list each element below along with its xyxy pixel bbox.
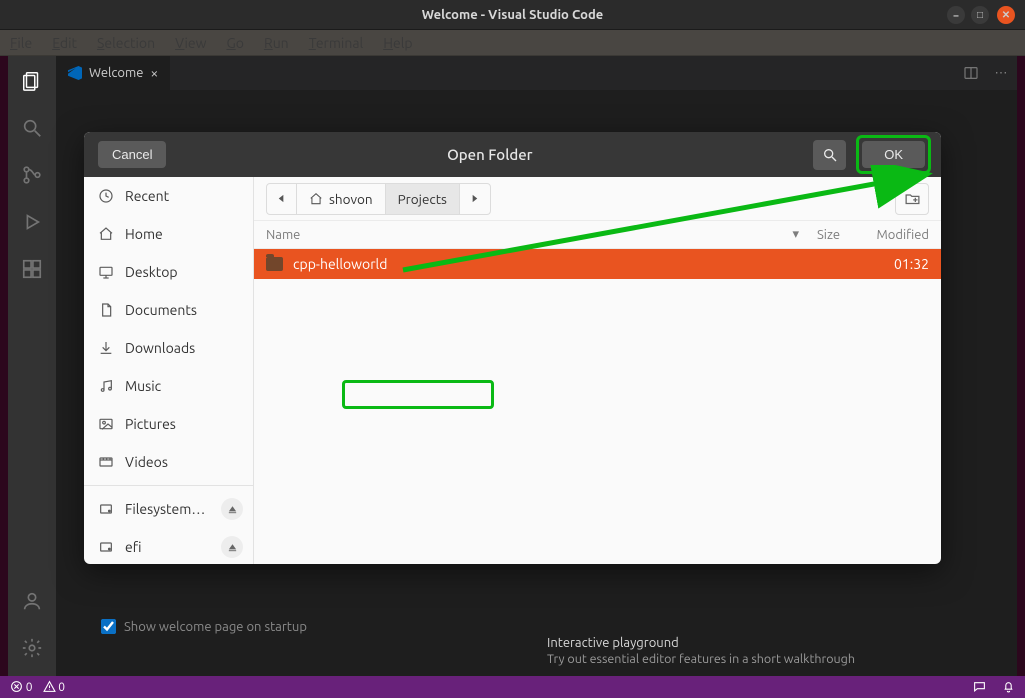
tab-strip: Welcome × ⋯: [56, 56, 1017, 90]
device-item[interactable]: efi: [84, 528, 253, 564]
window-title: Welcome - Visual Studio Code: [422, 8, 604, 22]
show-welcome-checkbox[interactable]: [101, 619, 116, 634]
status-warnings[interactable]: 0: [43, 680, 66, 694]
eject-icon[interactable]: [221, 536, 243, 558]
place-label: Pictures: [125, 416, 176, 432]
places-sidebar: Recent Home Desktop Documents Downloads Music…: [84, 177, 254, 564]
place-label: Home: [125, 226, 163, 242]
eject-icon[interactable]: [221, 498, 243, 520]
place-label: Desktop: [125, 264, 178, 280]
place-label: Documents: [125, 302, 197, 318]
tab-label: Welcome: [89, 66, 143, 80]
place-item-music[interactable]: Music: [84, 367, 253, 405]
device-label: Filesystem…: [125, 501, 205, 517]
menu-terminal[interactable]: Terminal: [309, 35, 364, 51]
place-label: Downloads: [125, 340, 195, 356]
place-item-desktop[interactable]: Desktop: [84, 253, 253, 291]
status-bell-icon[interactable]: [1002, 680, 1015, 694]
account-icon[interactable]: [21, 590, 43, 615]
path-back-button[interactable]: [267, 184, 297, 214]
menu-bar: File Edit Selection View Go Run Terminal…: [0, 30, 1025, 56]
place-item-pictures[interactable]: Pictures: [84, 405, 253, 443]
device-item[interactable]: Filesystem…: [84, 490, 253, 528]
menu-run[interactable]: Run: [264, 35, 289, 51]
breadcrumb: shovonProjects: [266, 183, 491, 215]
status-errors[interactable]: 0: [10, 680, 33, 694]
status-bar: 0 0: [0, 676, 1025, 698]
menu-edit[interactable]: Edit: [52, 35, 77, 51]
file-pane: shovonProjects Name ▾ Size Modified cpp-…: [254, 177, 941, 564]
breadcrumb-shovon[interactable]: shovon: [297, 184, 386, 214]
sort-indicator-icon: ▾: [792, 227, 799, 242]
path-forward-button[interactable]: [460, 184, 490, 214]
scm-icon[interactable]: [21, 164, 43, 189]
settings-gear-icon[interactable]: [21, 637, 43, 662]
menu-selection[interactable]: Selection: [97, 35, 155, 51]
title-bar: Welcome - Visual Studio Code – □ ✕: [0, 0, 1025, 30]
place-item-videos[interactable]: Videos: [84, 443, 253, 481]
activity-bar: [8, 56, 56, 676]
cancel-button[interactable]: Cancel: [98, 141, 166, 168]
window-minimize-button[interactable]: –: [947, 6, 965, 24]
place-label: Recent: [125, 188, 169, 204]
place-item-home[interactable]: Home: [84, 215, 253, 253]
ok-button[interactable]: OK: [862, 141, 925, 168]
place-item-recent[interactable]: Recent: [84, 177, 253, 215]
annotation-file-highlight: [342, 380, 494, 409]
device-label: efi: [125, 539, 141, 555]
tab-welcome[interactable]: Welcome ×: [56, 56, 171, 90]
dialog-header: Cancel Open Folder OK: [84, 132, 941, 177]
path-bar: shovonProjects: [254, 177, 941, 221]
split-editor-icon[interactable]: [961, 63, 981, 83]
dialog-title: Open Folder: [176, 146, 803, 163]
menu-go[interactable]: Go: [226, 35, 244, 51]
tip-title[interactable]: Interactive playground: [547, 636, 937, 650]
file-name: cpp-helloworld: [293, 256, 817, 272]
show-welcome-label: Show welcome page on startup: [124, 620, 307, 634]
menu-view[interactable]: View: [175, 35, 206, 51]
column-size[interactable]: Size: [817, 228, 859, 242]
column-name[interactable]: Name: [266, 228, 792, 242]
place-label: Videos: [125, 454, 168, 470]
new-folder-button[interactable]: [895, 183, 929, 215]
search-icon[interactable]: [21, 117, 43, 142]
dialog-search-icon[interactable]: [813, 140, 846, 170]
run-debug-icon[interactable]: [21, 211, 43, 236]
window-maximize-button[interactable]: □: [971, 6, 989, 24]
menu-file[interactable]: File: [10, 35, 32, 51]
file-modified: 01:32: [859, 256, 929, 272]
vscode-icon: [68, 66, 82, 80]
place-label: Music: [125, 378, 161, 394]
open-folder-dialog: Cancel Open Folder OK Recent Home Desktop D…: [84, 132, 941, 564]
ok-button-highlight: OK: [856, 135, 931, 174]
file-list-header[interactable]: Name ▾ Size Modified: [254, 221, 941, 249]
folder-icon: [266, 257, 283, 271]
extensions-icon[interactable]: [21, 258, 43, 283]
explorer-icon[interactable]: [21, 70, 43, 95]
editor-more-icon[interactable]: ⋯: [991, 63, 1011, 83]
window-close-button[interactable]: ✕: [997, 6, 1015, 24]
place-item-documents[interactable]: Documents: [84, 291, 253, 329]
file-row[interactable]: cpp-helloworld 01:32: [254, 249, 941, 279]
column-modified[interactable]: Modified: [859, 228, 929, 242]
place-item-downloads[interactable]: Downloads: [84, 329, 253, 367]
breadcrumb-projects[interactable]: Projects: [386, 184, 460, 214]
tab-close-icon[interactable]: ×: [150, 65, 158, 81]
status-feedback-icon[interactable]: [973, 680, 986, 694]
tip-subtitle: Try out essential editor features in a s…: [547, 652, 937, 666]
menu-help[interactable]: Help: [383, 35, 412, 51]
